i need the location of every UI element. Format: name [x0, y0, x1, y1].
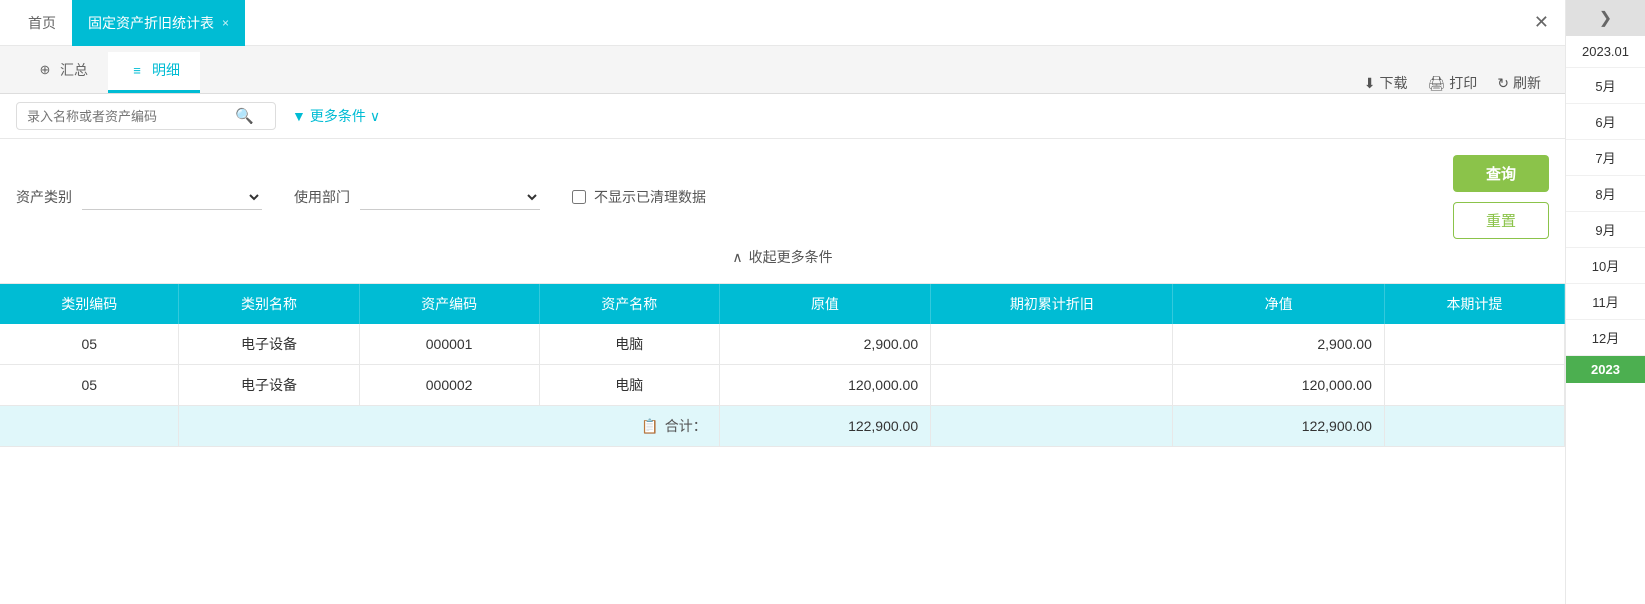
filter-icon: ▼ [292, 108, 306, 124]
window-close-btn[interactable]: ✕ [1534, 12, 1549, 33]
search-input-wrap: 🔍 [16, 102, 276, 130]
download-label: 下载 [1379, 73, 1407, 93]
year-label[interactable]: 2023 [1566, 356, 1645, 383]
more-conditions-label: 更多条件 [310, 106, 366, 126]
total-row: 📋合计： 122,900.00 122,900.00 [0, 406, 1565, 447]
refresh-icon: ↻ [1497, 75, 1509, 92]
table-row[interactable]: 05 电子设备 000002 电脑 120,000.00 120,000.00 [0, 365, 1565, 406]
col-current-depreciation: 本期计提 [1384, 284, 1564, 324]
tab-detail-label: 明细 [152, 60, 180, 80]
asset-type-label: 资产类别 [16, 187, 72, 207]
table-wrap: 类别编码 类别名称 资产编码 资产名称 原值 期初累计折旧 净值 本期计提 05… [0, 284, 1565, 604]
nav-home[interactable]: 首页 [12, 13, 72, 33]
summary-icon: ⊕ [36, 61, 54, 79]
active-tab: 固定资产折旧统计表 × [72, 0, 245, 46]
month-item[interactable]: 10月 [1566, 248, 1645, 284]
filter-area: 资产类别 使用部门 不显示已清理数据 [0, 139, 1565, 284]
print-btn[interactable]: 🖨 打印 [1427, 73, 1477, 93]
month-item[interactable]: 7月 [1566, 140, 1645, 176]
col-asset-code: 资产编码 [359, 284, 539, 324]
tab-bar: ⊕ 汇总 ≡ 明细 ⬇ 下载 🖨 打印 ↻ 刷新 [0, 46, 1565, 94]
reset-btn[interactable]: 重置 [1453, 202, 1549, 239]
download-icon: ⬇ [1364, 75, 1376, 92]
col-net-value: 净值 [1173, 284, 1384, 324]
month-item[interactable]: 11月 [1566, 284, 1645, 320]
col-type-name: 类别名称 [179, 284, 359, 324]
collapse-bar[interactable]: ∧ 收起更多条件 [16, 239, 1549, 275]
refresh-label: 刷新 [1513, 73, 1541, 93]
more-conditions-btn[interactable]: ▼ 更多条件 ∨ [292, 106, 380, 126]
print-label: 打印 [1449, 73, 1477, 93]
collapse-label: 收起更多条件 [749, 247, 833, 267]
department-label: 使用部门 [294, 187, 350, 207]
month-item[interactable]: 5月 [1566, 68, 1645, 104]
tab-title: 固定资产折旧统计表 [88, 13, 214, 33]
asset-type-field: 资产类别 [16, 184, 262, 210]
detail-icon: ≡ [128, 61, 146, 79]
month-item[interactable]: 9月 [1566, 212, 1645, 248]
current-date-label[interactable]: 2023.01 [1566, 36, 1645, 68]
data-table: 类别编码 类别名称 资产编码 资产名称 原值 期初累计折旧 净值 本期计提 05… [0, 284, 1565, 447]
search-input[interactable] [27, 109, 227, 124]
month-item[interactable]: 6月 [1566, 104, 1645, 140]
download-btn[interactable]: ⬇ 下载 [1364, 73, 1408, 93]
hide-cleared-field: 不显示已清理数据 [572, 187, 706, 207]
query-btn[interactable]: 查询 [1453, 155, 1549, 192]
hide-cleared-label: 不显示已清理数据 [594, 187, 706, 207]
panel-arrow[interactable]: ❯ [1566, 0, 1645, 36]
chevron-down-icon: ∨ [370, 108, 380, 125]
asset-type-select[interactable] [82, 184, 262, 210]
collapse-icon: ∧ [732, 249, 742, 266]
print-icon: 🖨 [1427, 75, 1445, 92]
refresh-btn[interactable]: ↻ 刷新 [1497, 73, 1541, 93]
action-buttons: 查询 重置 [1453, 155, 1549, 239]
department-field: 使用部门 [294, 184, 540, 210]
month-item[interactable]: 8月 [1566, 176, 1645, 212]
table-row[interactable]: 05 电子设备 000001 电脑 2,900.00 2,900.00 [0, 324, 1565, 365]
search-icon[interactable]: 🔍 [235, 107, 254, 125]
hide-cleared-checkbox[interactable] [572, 190, 586, 204]
tab-close-icon[interactable]: × [222, 16, 229, 30]
tab-detail[interactable]: ≡ 明细 [108, 52, 200, 93]
search-bar: 🔍 ▼ 更多条件 ∨ [0, 94, 1565, 139]
month-item[interactable]: 12月 [1566, 320, 1645, 356]
right-panel: ❯ 2023.01 5月6月7月8月9月10月11月12月 2023 [1565, 0, 1645, 604]
col-original-value: 原值 [719, 284, 930, 324]
col-asset-name: 资产名称 [539, 284, 719, 324]
tab-summary-label: 汇总 [60, 60, 88, 80]
department-select[interactable] [360, 184, 540, 210]
top-nav: 首页 固定资产折旧统计表 × ✕ [0, 0, 1565, 46]
col-accumulated-depreciation: 期初累计折旧 [931, 284, 1173, 324]
col-type-code: 类别编码 [0, 284, 179, 324]
tab-summary[interactable]: ⊕ 汇总 [16, 52, 108, 93]
table-header-row: 类别编码 类别名称 资产编码 资产名称 原值 期初累计折旧 净值 本期计提 [0, 284, 1565, 324]
